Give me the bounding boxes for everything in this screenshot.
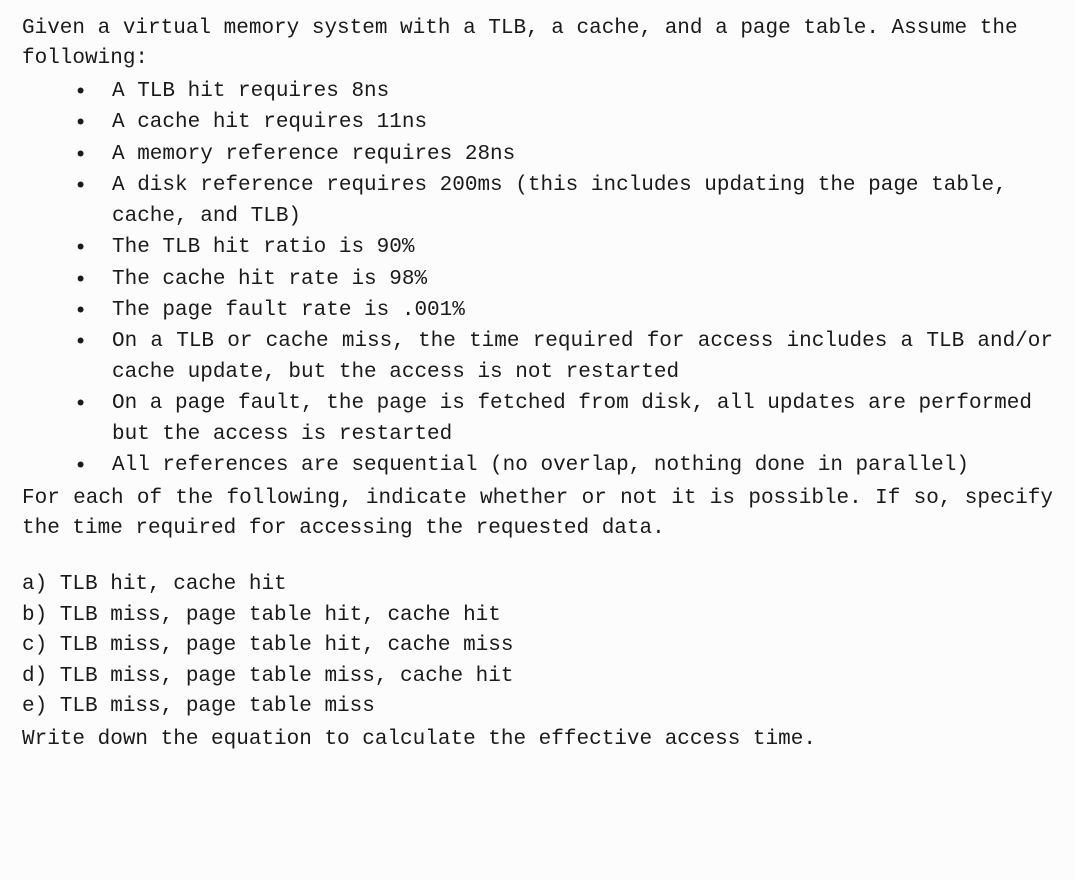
question-list: a) TLB hit, cache hit b) TLB miss, page … — [22, 570, 1053, 722]
question-item: e) TLB miss, page table miss — [22, 692, 1053, 722]
question-item: b) TLB miss, page table hit, cache hit — [22, 601, 1053, 631]
bullet-icon: • — [74, 296, 87, 328]
list-item-text: On a page fault, the page is fetched fro… — [112, 392, 1032, 445]
list-item: • The page fault rate is .001% — [74, 296, 1053, 326]
list-item: • A TLB hit requires 8ns — [74, 77, 1053, 107]
list-item-text: The cache hit rate is 98% — [112, 268, 427, 291]
list-item-text: On a TLB or cache miss, the time require… — [112, 330, 1053, 383]
list-item: • A disk reference requires 200ms (this … — [74, 171, 1053, 232]
bullet-icon: • — [74, 451, 87, 483]
bullet-icon: • — [74, 140, 87, 172]
list-item-text: A TLB hit requires 8ns — [112, 80, 389, 103]
list-item: • The cache hit rate is 98% — [74, 265, 1053, 295]
question-item: d) TLB miss, page table miss, cache hit — [22, 662, 1053, 692]
list-item-text: A cache hit requires 11ns — [112, 111, 427, 134]
list-item: • A memory reference requires 28ns — [74, 140, 1053, 170]
list-item: • On a page fault, the page is fetched f… — [74, 389, 1053, 450]
bullet-icon: • — [74, 233, 87, 265]
assumption-list: • A TLB hit requires 8ns • A cache hit r… — [22, 77, 1053, 482]
outro-paragraph: Write down the equation to calculate the… — [22, 725, 1053, 755]
list-item: • All references are sequential (no over… — [74, 451, 1053, 481]
bullet-icon: • — [74, 171, 87, 203]
list-item-text: All references are sequential (no overla… — [112, 454, 969, 477]
list-item: • A cache hit requires 11ns — [74, 108, 1053, 138]
bullet-icon: • — [74, 265, 87, 297]
intro-paragraph: Given a virtual memory system with a TLB… — [22, 14, 1053, 75]
list-item-text: The TLB hit ratio is 90% — [112, 236, 414, 259]
list-item-text: A memory reference requires 28ns — [112, 143, 515, 166]
mid-paragraph: For each of the following, indicate whet… — [22, 484, 1053, 545]
list-item-text: A disk reference requires 200ms (this in… — [112, 174, 1007, 227]
list-item-text: The page fault rate is .001% — [112, 299, 465, 322]
bullet-icon: • — [74, 77, 87, 109]
bullet-icon: • — [74, 108, 87, 140]
list-item: • The TLB hit ratio is 90% — [74, 233, 1053, 263]
question-item: c) TLB miss, page table hit, cache miss — [22, 631, 1053, 661]
bullet-icon: • — [74, 389, 87, 421]
list-item: • On a TLB or cache miss, the time requi… — [74, 327, 1053, 388]
bullet-icon: • — [74, 327, 87, 359]
question-item: a) TLB hit, cache hit — [22, 570, 1053, 600]
